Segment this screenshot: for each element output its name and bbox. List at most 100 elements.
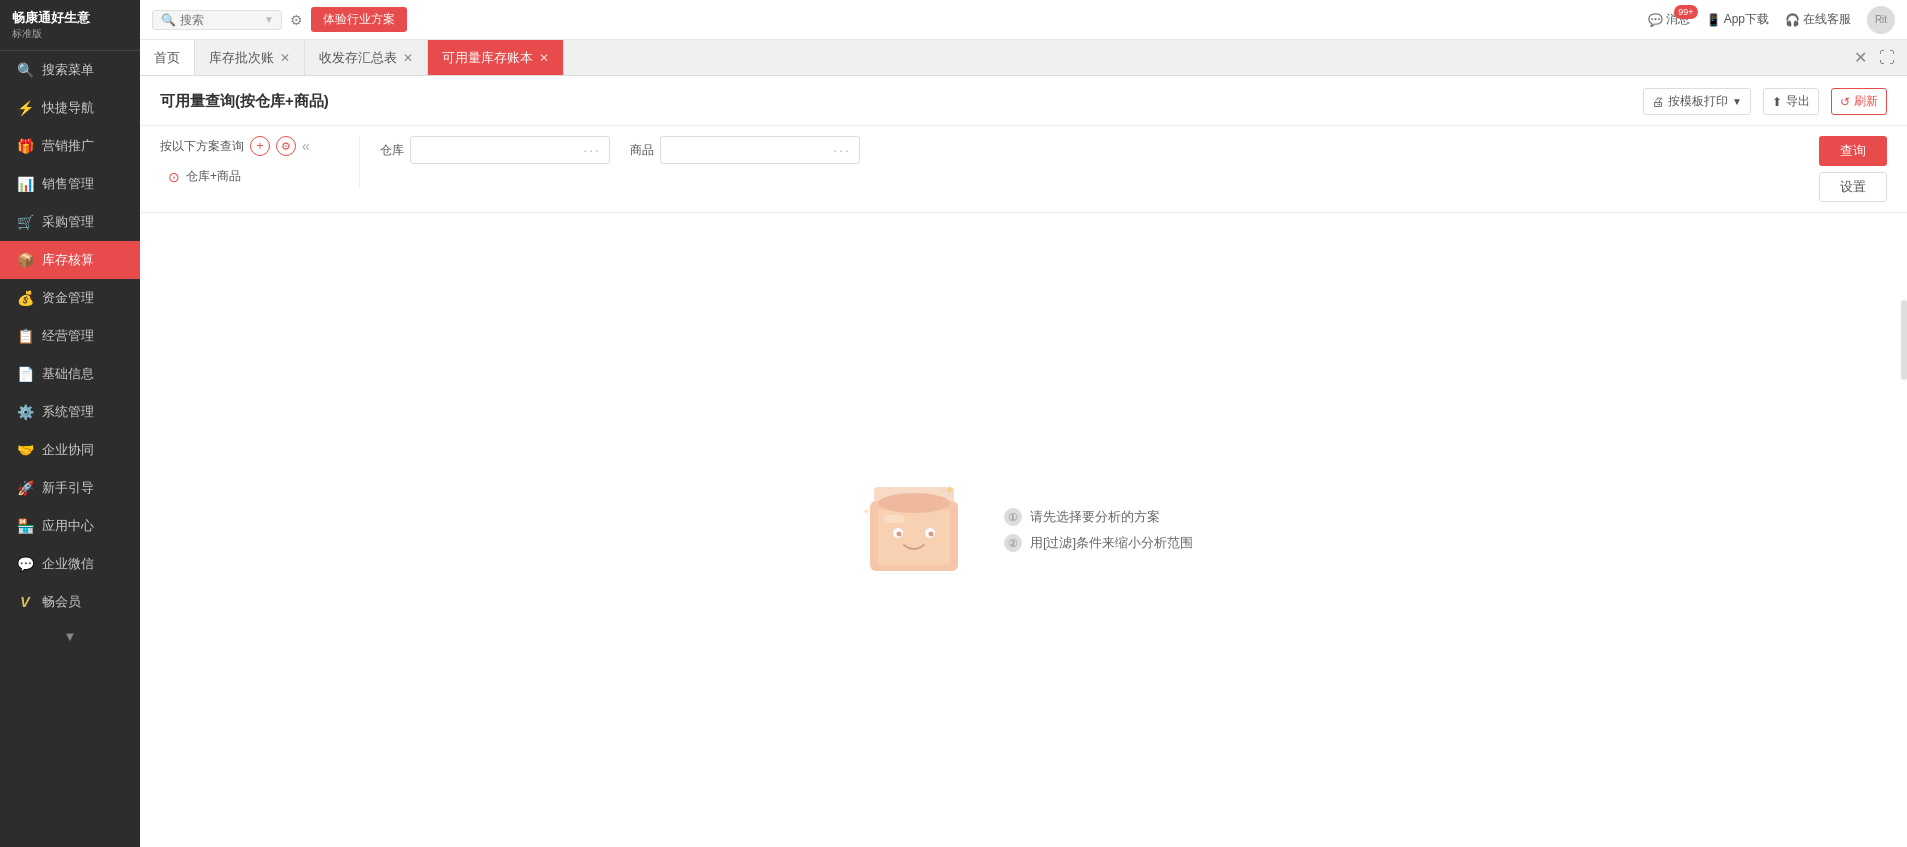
edit-scheme-btn[interactable]: ⚙	[276, 136, 296, 156]
app-name: 畅康通好生意	[12, 10, 128, 27]
svg-point-3	[878, 493, 950, 513]
sidebar-item-collab[interactable]: 🤝 企业协同	[0, 431, 140, 469]
message-badge: 99+	[1674, 5, 1697, 19]
tab-close-summary[interactable]: ✕	[403, 51, 413, 65]
sidebar-item-inventory[interactable]: 📦 库存核算	[0, 241, 140, 279]
scheme-icon: ⊙	[168, 169, 180, 185]
sidebar-item-quicknav[interactable]: ⚡ 快捷导航	[0, 89, 140, 127]
lightning-icon: ⚡	[16, 100, 34, 116]
doc-icon: 📄	[16, 366, 34, 382]
collapse-icon[interactable]: «	[302, 138, 310, 154]
goods-input[interactable]: ···	[660, 136, 860, 164]
svg-point-8	[928, 532, 933, 537]
sidebar-item-appcenter[interactable]: 🏪 应用中心	[0, 507, 140, 545]
search-icon: 🔍	[161, 13, 176, 27]
goods-more-icon[interactable]: ···	[833, 142, 851, 158]
export-btn[interactable]: ⬆ 导出	[1763, 88, 1819, 115]
filter-actions: 查询 设置	[1799, 136, 1887, 202]
avatar[interactable]: Rit	[1867, 6, 1895, 34]
page-header: 可用量查询(按仓库+商品) 🖨 按模板打印 ▼ ⬆ 导出 ↺ 刷新	[140, 76, 1907, 126]
topbar-right: 💬 消息 99+ 📱 App下载 🎧 在线客服 Rit	[1648, 6, 1895, 34]
tab-available-qty[interactable]: 可用量库存账本 ✕	[428, 40, 564, 75]
query-btn[interactable]: 查询	[1819, 136, 1887, 166]
cart-icon: 🛒	[16, 214, 34, 230]
sidebar-item-marketing[interactable]: 🎁 营销推广	[0, 127, 140, 165]
refresh-icon: ↺	[1840, 95, 1850, 109]
tab-close-batch[interactable]: ✕	[280, 51, 290, 65]
empty-hint-1: ① 请先选择要分析的方案	[1004, 508, 1193, 526]
filter-area: 按以下方案查询 + ⚙ « ⊙ 仓库+商品 仓库 ··· 商品	[140, 126, 1907, 213]
sidebar-item-system[interactable]: ⚙️ 系统管理	[0, 393, 140, 431]
sidebar-item-finance[interactable]: 💰 资金管理	[0, 279, 140, 317]
message-btn[interactable]: 💬 消息 99+	[1648, 11, 1690, 28]
search-box[interactable]: 🔍 ▼	[152, 10, 282, 30]
warehouse-more-icon[interactable]: ···	[583, 142, 601, 158]
scheme-header: 按以下方案查询 + ⚙ «	[160, 136, 349, 156]
sidebar: 畅康通好生意 标准版 🔍 搜索菜单 ⚡ 快捷导航 🎁 营销推广 📊 销售管理 🛒…	[0, 0, 140, 847]
goods-field: 商品 ···	[630, 136, 860, 164]
gift-icon: 🎁	[16, 138, 34, 154]
sidebar-item-guide[interactable]: 🚀 新手引导	[0, 469, 140, 507]
add-scheme-btn[interactable]: +	[250, 136, 270, 156]
sidebar-item-purchase[interactable]: 🛒 采购管理	[0, 203, 140, 241]
search-icon: 🔍	[16, 62, 34, 78]
online-service-btn[interactable]: 🎧 在线客服	[1785, 11, 1851, 28]
scheme-item-warehouse-goods[interactable]: ⊙ 仓库+商品	[160, 164, 349, 189]
handshake-icon: 🤝	[16, 442, 34, 458]
page-actions: 🖨 按模板打印 ▼ ⬆ 导出 ↺ 刷新	[1643, 88, 1887, 115]
chart-icon: 📊	[16, 176, 34, 192]
box-icon: 📦	[16, 252, 34, 268]
dropdown-icon[interactable]: ▼	[264, 14, 274, 25]
scrollbar-thumb[interactable]	[1901, 300, 1907, 380]
empty-hint-2: ② 用[过滤]条件来缩小分析范围	[1004, 534, 1193, 552]
sidebar-item-basic-info[interactable]: 📄 基础信息	[0, 355, 140, 393]
print-dropdown-icon: ▼	[1732, 96, 1742, 107]
tab-batch-ledger[interactable]: 库存批次账 ✕	[195, 40, 305, 75]
svg-point-7	[896, 532, 901, 537]
tab-close-available[interactable]: ✕	[539, 51, 549, 65]
rocket-icon: 🚀	[16, 480, 34, 496]
vip-icon: V	[16, 594, 34, 610]
settings-icon[interactable]: ⚙	[290, 12, 303, 28]
search-input[interactable]	[180, 13, 260, 27]
tab-summary[interactable]: 收发存汇总表 ✕	[305, 40, 428, 75]
warehouse-field: 仓库 ···	[380, 136, 610, 164]
filter-scheme-panel: 按以下方案查询 + ⚙ « ⊙ 仓库+商品	[160, 136, 360, 189]
refresh-btn[interactable]: ↺ 刷新	[1831, 88, 1887, 115]
empty-state: ✦ ✦ ① 请先选择要分析的方案 ② 用[过滤]条件来缩小分析范围	[140, 213, 1907, 847]
phone-icon: 📱	[1706, 13, 1721, 27]
app-version: 标准版	[12, 27, 128, 40]
sidebar-item-operation[interactable]: 📋 经营管理	[0, 317, 140, 355]
sidebar-item-search[interactable]: 🔍 搜索菜单	[0, 51, 140, 89]
empty-hints: ① 请先选择要分析的方案 ② 用[过滤]条件来缩小分析范围	[1004, 508, 1193, 552]
tabs-bar: 首页 库存批次账 ✕ 收发存汇总表 ✕ 可用量库存账本 ✕ ✕ ⛶	[140, 40, 1907, 76]
sidebar-item-member[interactable]: V 畅会员	[0, 583, 140, 621]
goods-label: 商品	[630, 142, 654, 159]
hint-num-2: ②	[1004, 534, 1022, 552]
empty-illustration: ✦ ✦	[854, 475, 974, 585]
svg-text:✦: ✦	[862, 506, 870, 517]
printer-icon: 🖨	[1652, 95, 1664, 109]
main-container: 🔍 ▼ ⚙ 体验行业方案 💬 消息 99+ 📱 App下载 🎧 在线客服 Rit	[140, 0, 1907, 847]
print-template-btn[interactable]: 🖨 按模板打印 ▼	[1643, 88, 1751, 115]
maximize-tab-btn[interactable]: ⛶	[1875, 45, 1899, 71]
warehouse-label: 仓库	[380, 142, 404, 159]
tab-home[interactable]: 首页	[140, 40, 195, 75]
trial-btn[interactable]: 体验行业方案	[311, 7, 407, 32]
sidebar-item-sales[interactable]: 📊 销售管理	[0, 165, 140, 203]
filter-fields: 仓库 ··· 商品 ···	[360, 136, 1799, 164]
filter-settings-btn[interactable]: 设置	[1819, 172, 1887, 202]
warehouse-input[interactable]: ···	[410, 136, 610, 164]
headset-icon: 🎧	[1785, 13, 1800, 27]
store-icon: 🏪	[16, 518, 34, 534]
app-logo: 畅康通好生意 标准版	[0, 0, 140, 51]
close-tab-btn[interactable]: ✕	[1850, 44, 1871, 71]
sidebar-scroll-down[interactable]: ▼	[0, 621, 140, 652]
hint-num-1: ①	[1004, 508, 1022, 526]
svg-rect-4	[884, 515, 904, 523]
topbar: 🔍 ▼ ⚙ 体验行业方案 💬 消息 99+ 📱 App下载 🎧 在线客服 Rit	[140, 0, 1907, 40]
money-icon: 💰	[16, 290, 34, 306]
app-download-btn[interactable]: 📱 App下载	[1706, 11, 1769, 28]
page-title: 可用量查询(按仓库+商品)	[160, 92, 329, 111]
sidebar-item-wxwork[interactable]: 💬 企业微信	[0, 545, 140, 583]
